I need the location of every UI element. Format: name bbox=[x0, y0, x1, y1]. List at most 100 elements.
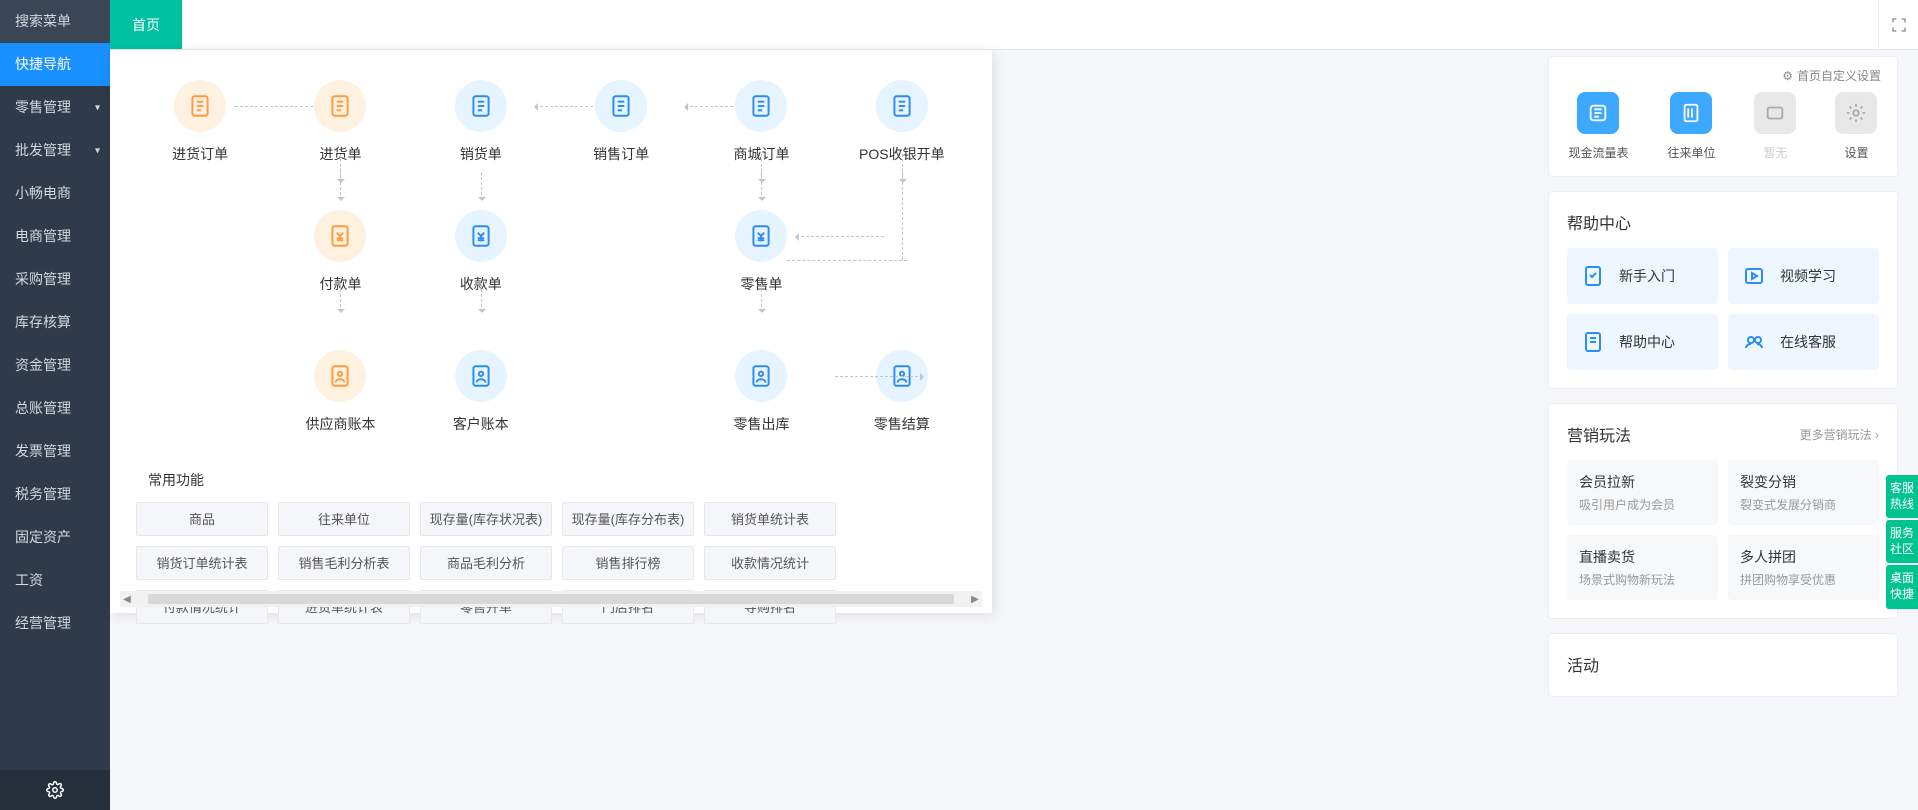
common-fn-9[interactable]: 收款情况统计 bbox=[704, 546, 836, 580]
scroll-left-icon[interactable]: ◀ bbox=[120, 594, 134, 605]
common-fn-3[interactable]: 现存量(库存分布表) bbox=[562, 502, 694, 536]
marketing-item-2[interactable]: 直播卖货场景式购物新玩法 bbox=[1567, 535, 1718, 600]
quick-entry-3[interactable]: 设置 bbox=[1835, 92, 1877, 161]
help-icon-1 bbox=[1742, 264, 1766, 288]
sidebar-item-4[interactable]: 电商管理 bbox=[0, 215, 110, 258]
home-custom-settings[interactable]: ⚙首页自定义设置 bbox=[1782, 67, 1881, 84]
flow-label: 零售结算 bbox=[874, 414, 930, 434]
common-fn-4[interactable]: 销货单统计表 bbox=[704, 502, 836, 536]
flow-node-receipt[interactable]: 收款单 bbox=[411, 210, 551, 330]
marketing-item-0[interactable]: 会员拉新吸引用户成为会员 bbox=[1567, 460, 1718, 525]
fullscreen-button[interactable] bbox=[1878, 0, 1918, 49]
sidebar-item-1[interactable]: 零售管理▾ bbox=[0, 86, 110, 129]
sidebar-settings-gear[interactable] bbox=[0, 770, 110, 810]
flow-node-3[interactable]: 销售订单 bbox=[551, 80, 691, 190]
quick-entry-0[interactable]: 现金流量表 bbox=[1568, 92, 1628, 161]
doc-corner-icon bbox=[608, 93, 634, 119]
flow-node-retail-order[interactable]: 零售单 bbox=[691, 210, 831, 330]
help-label: 新手入门 bbox=[1619, 266, 1675, 286]
doc-yuan-icon bbox=[327, 223, 353, 249]
help-icon-2 bbox=[1581, 330, 1605, 354]
common-fn-2[interactable]: 现存量(库存状况表) bbox=[420, 502, 552, 536]
flow-label: 销售订单 bbox=[593, 144, 649, 164]
sidebar-item-10[interactable]: 税务管理 bbox=[0, 473, 110, 516]
float-tab-1[interactable]: 服务社区 bbox=[1886, 520, 1918, 563]
entry-label: 暂无 bbox=[1763, 144, 1787, 161]
gear-icon bbox=[46, 781, 64, 799]
flow-node-payment[interactable]: 付款单 bbox=[270, 210, 410, 330]
marketing-item-3[interactable]: 多人拼团拼团购物享受优惠 bbox=[1728, 535, 1879, 600]
quick-entry-1[interactable]: 往来单位 bbox=[1667, 92, 1715, 161]
float-tab-0[interactable]: 客服热线 bbox=[1886, 475, 1918, 518]
help-label: 在线客服 bbox=[1780, 332, 1836, 352]
flow-node-0[interactable]: 进货订单 bbox=[130, 80, 270, 190]
common-fn-1[interactable]: 往来单位 bbox=[278, 502, 410, 536]
sidebar-item-11[interactable]: 固定资产 bbox=[0, 516, 110, 559]
float-tab-2[interactable]: 桌面快捷 bbox=[1886, 565, 1918, 608]
doc-out-icon bbox=[327, 93, 353, 119]
activity-card: 活动 bbox=[1548, 633, 1898, 697]
sidebar-item-3[interactable]: 小畅电商 bbox=[0, 172, 110, 215]
mkt-title: 裂变分销 bbox=[1740, 472, 1867, 492]
sidebar-item-6[interactable]: 库存核算 bbox=[0, 301, 110, 344]
entry-label: 往来单位 bbox=[1667, 144, 1715, 161]
fullscreen-icon bbox=[1891, 17, 1907, 33]
sidebar-item-5[interactable]: 采购管理 bbox=[0, 258, 110, 301]
doc-list-icon bbox=[748, 93, 774, 119]
help-item-0[interactable]: 新手入门 bbox=[1567, 248, 1718, 304]
tab-home[interactable]: 首页 bbox=[110, 0, 182, 49]
sidebar-item-8[interactable]: 总账管理 bbox=[0, 387, 110, 430]
stock-out-icon bbox=[748, 363, 774, 389]
flow-node-r3-0[interactable]: 供应商账本 bbox=[270, 350, 410, 450]
help-item-1[interactable]: 视频学习 bbox=[1728, 248, 1879, 304]
sidebar-item-7[interactable]: 资金管理 bbox=[0, 344, 110, 387]
marketing-item-1[interactable]: 裂变分销裂变式发展分销商 bbox=[1728, 460, 1879, 525]
flow-label: 客户账本 bbox=[453, 414, 509, 434]
help-item-2[interactable]: 帮助中心 bbox=[1567, 314, 1718, 370]
activity-title: 活动 bbox=[1567, 652, 1879, 676]
common-functions-title: 常用功能 bbox=[148, 470, 972, 490]
sidebar-item-9[interactable]: 发票管理 bbox=[0, 430, 110, 473]
doc-in-icon bbox=[187, 93, 213, 119]
flow-label: 零售出库 bbox=[733, 414, 789, 434]
customer-ledger-icon bbox=[468, 363, 494, 389]
marketing-more-link[interactable]: 更多营销玩法 › bbox=[1800, 426, 1879, 443]
sidebar-search[interactable]: 搜索菜单 bbox=[0, 0, 110, 43]
sidebar: 搜索菜单 快捷导航零售管理▾批发管理▾小畅电商电商管理采购管理库存核算资金管理总… bbox=[0, 0, 110, 810]
entry-label: 现金流量表 bbox=[1568, 144, 1628, 161]
help-center-title: 帮助中心 bbox=[1567, 210, 1879, 234]
flyout-hscrollbar[interactable]: ◀ ▶ bbox=[120, 591, 982, 607]
mkt-title: 直播卖货 bbox=[1579, 547, 1706, 567]
supplier-ledger-icon bbox=[327, 363, 353, 389]
marketing-card: 营销玩法 更多营销玩法 › 会员拉新吸引用户成为会员裂变分销裂变式发展分销商直播… bbox=[1548, 403, 1898, 619]
mkt-desc: 场景式购物新玩法 bbox=[1579, 571, 1706, 588]
common-fn-6[interactable]: 销售毛利分析表 bbox=[278, 546, 410, 580]
flow-node-r3-1[interactable]: 客户账本 bbox=[411, 350, 551, 450]
doc-yuan-icon bbox=[748, 223, 774, 249]
common-fn-0[interactable]: 商品 bbox=[136, 502, 268, 536]
scroll-thumb[interactable] bbox=[148, 594, 954, 604]
sidebar-item-13[interactable]: 经营管理 bbox=[0, 602, 110, 645]
doc-yuan-icon bbox=[468, 223, 494, 249]
flow-node-r3-3[interactable]: 零售结算 bbox=[832, 350, 972, 450]
quick-entry-2[interactable]: 暂无 bbox=[1754, 92, 1796, 161]
help-label: 帮助中心 bbox=[1619, 332, 1675, 352]
help-item-3[interactable]: 在线客服 bbox=[1728, 314, 1879, 370]
mkt-desc: 拼团购物享受优惠 bbox=[1740, 571, 1867, 588]
doc-list-icon bbox=[468, 93, 494, 119]
flow-label: 进货订单 bbox=[172, 144, 228, 164]
common-fn-7[interactable]: 商品毛利分析 bbox=[420, 546, 552, 580]
sidebar-item-0[interactable]: 快捷导航 bbox=[0, 43, 110, 86]
sidebar-item-2[interactable]: 批发管理▾ bbox=[0, 129, 110, 172]
quick-nav-flyout: 进货订单进货单销货单销售订单商城订单POS收银开单 付款单 收款单 零售单 bbox=[110, 50, 992, 613]
entry-label: 设置 bbox=[1844, 144, 1868, 161]
marketing-title: 营销玩法 bbox=[1567, 422, 1631, 446]
common-fn-5[interactable]: 销货订单统计表 bbox=[136, 546, 268, 580]
help-center-card: 帮助中心 新手入门视频学习帮助中心在线客服 bbox=[1548, 191, 1898, 389]
scroll-right-icon[interactable]: ▶ bbox=[968, 594, 982, 605]
flow-spacer bbox=[130, 350, 270, 450]
sidebar-item-12[interactable]: 工资 bbox=[0, 559, 110, 602]
common-fn-8[interactable]: 销售排行榜 bbox=[562, 546, 694, 580]
entry-icon-3 bbox=[1845, 102, 1867, 124]
flow-node-r3-2[interactable]: 零售出库 bbox=[691, 350, 831, 450]
